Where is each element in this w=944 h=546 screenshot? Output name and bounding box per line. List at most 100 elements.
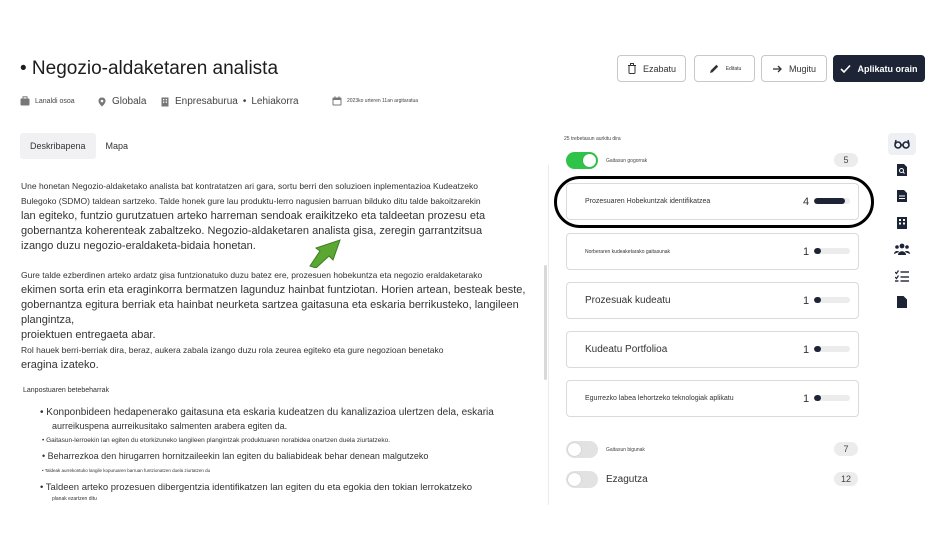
skill-count: 1 [803,294,810,307]
description-paragraph-2: Gure talde ezberdinen arteko ardatz gisa… [21,268,536,343]
skill-label: Norberaren kudeaketarako gaitasunak [585,248,671,255]
skill-count: 1 [803,392,810,405]
text-line: proiektuen entregaeta abar. [21,329,156,341]
skill-level-bar [814,346,850,352]
knowledge-label: Ezagutza [606,474,648,485]
people-icon-shape [894,243,910,255]
skill-label: Prozesuak kudeatu [585,295,671,306]
employment-type-text: Lanaldi osoa [35,97,75,105]
description-scrollbar[interactable] [544,265,547,380]
delete-button[interactable]: Ezabatu [617,55,686,82]
text-line: Une honetan Negozio-aldaketako analista … [21,181,478,191]
essential-skills-count: 5 [834,153,858,167]
skill-level-bar [814,395,850,401]
text-line: Bulegoko (SDMO) taldean sartzeko. Talde … [21,196,481,206]
toggle-knob [583,154,596,167]
bullet-item: • Beharrezkoa den hirugarren hornitzaile… [42,451,429,461]
skill-level-fill [814,395,822,401]
document-search-icon-shape [897,164,907,176]
essential-skills-row: Gaitasun gogorrak [566,152,647,169]
soft-skills-label: Gaitasun bigunak [606,446,645,453]
briefcase-icon [20,96,30,106]
skill-label: Egurrezko labea lehortzeko teknologiak a… [585,395,734,402]
skill-card[interactable]: Egurrezko labea lehortzeko teknologiak a… [566,380,859,417]
bullet-item: • Gaitasun-lerroekin lan egiten du etork… [42,437,391,444]
building-icon[interactable] [888,212,916,234]
bullet-item: • Konponbideen hedapenerako gaitasuna et… [40,407,494,418]
text-line: gobernantza koherenteak zabaltzeko. Nego… [21,225,483,237]
text-line: ekimen sorta erin eta eraginkorra bermat… [21,284,526,296]
responsibilities-title: Lanpostuaren betebeharrak [23,387,110,394]
trash-icon [627,63,636,74]
apply-now-button-label: Aplikatu orain [857,63,918,74]
document-icon-shape [897,190,907,202]
tab-map[interactable]: Mapa [96,133,139,159]
edit-button[interactable]: Editatu [694,55,755,82]
text-line: Gure talde ezberdinen arteko ardatz gisa… [21,270,483,280]
skill-label: Kudeatu Portfolioa [585,344,668,355]
toggle-knob [568,473,581,486]
posted-text: 2023ko urteren 11an argitaratua [347,98,419,104]
skill-count: 1 [803,245,810,258]
highlight-annotation [554,176,874,228]
description-paragraph-1: Une honetan Negozio-aldaketako analista … [21,179,536,254]
text-line: lan egiteko, funtzio gurutzatuen arteko … [21,210,486,222]
meta-company: Enpresaburua • Lehiakorra [160,96,299,107]
skill-level-fill [814,248,822,254]
file-icon-shape [897,296,907,308]
soft-skills-toggle[interactable] [566,441,598,458]
essential-skills-label: Gaitasun gogorrak [606,157,648,164]
essential-skills-toggle[interactable] [566,152,598,169]
calendar-icon [332,96,342,106]
building-icon [161,97,169,106]
meta-separator: • [242,96,247,107]
checklist-icon[interactable] [888,265,916,287]
meta-location: Globala [97,96,146,107]
panel-divider [548,165,549,505]
bullet-item: • Taldeak aurrekontuko langile kopuruare… [42,468,211,473]
skill-level-bar [814,297,850,303]
checklist-icon-shape [895,270,909,282]
bullet-item: aurreikuspena aurreikusitako salmenten a… [52,421,288,431]
soft-skills-count: 7 [834,442,858,456]
move-button-label: Mugitu [788,63,816,74]
skill-level-fill [814,346,822,352]
description-paragraph-3: Rol hauek berri-berriak dira, beraz, auk… [21,343,536,373]
file-icon[interactable] [888,291,916,313]
meta-employment-type: Lanaldi osoa [20,96,75,106]
glasses-icon-shape [894,139,910,149]
toggle-knob [568,443,581,456]
document-search-icon[interactable] [888,159,916,181]
meta-posted: 2023ko urteren 11an argitaratua [332,96,418,106]
skill-card[interactable]: Kudeatu Portfolioa 1 [566,331,859,368]
tab-description[interactable]: Deskribapena [20,133,96,159]
skill-count: 1 [803,343,810,356]
bullet-item: planak ezartzen ditu [52,496,97,502]
check-icon [840,64,852,73]
document-icon[interactable] [888,185,916,207]
knowledge-count: 12 [834,472,858,486]
skill-level-bar [814,248,850,254]
knowledge-toggle[interactable] [566,471,598,488]
green-arrow-icon [309,239,341,268]
pencil-icon [709,64,718,73]
move-button[interactable]: Mugitu [761,55,827,82]
people-icon[interactable] [888,238,916,260]
delete-button-label: Ezabatu [642,63,677,74]
glasses-icon[interactable] [888,133,916,155]
skill-card[interactable]: Norberaren kudeaketarako gaitasunak 1 [566,233,859,270]
knowledge-row: Ezagutza [566,471,648,488]
apply-now-button[interactable]: Aplikatu orain [833,55,925,82]
level-text: Lehiakorra [251,96,299,107]
building-icon-shape [897,217,907,229]
text-line: gobernantza egitura berriak eta hainbat … [21,299,519,326]
arrow-right-icon [772,65,782,72]
description-tabs: Deskribapena Mapa [20,133,138,159]
skill-card[interactable]: Prozesuak kudeatu 1 [566,282,859,319]
location-pin-icon [98,97,106,106]
text-line: izango duzu negozio-eraldaketa-bidaia ho… [21,240,256,252]
job-title: • Negozio-aldaketaren analista [20,58,279,79]
skill-level-fill [814,297,822,303]
soft-skills-row: Gaitasun bigunak [566,441,645,458]
text-line: Rol hauek berri-berriak dira, beraz, auk… [21,345,444,355]
